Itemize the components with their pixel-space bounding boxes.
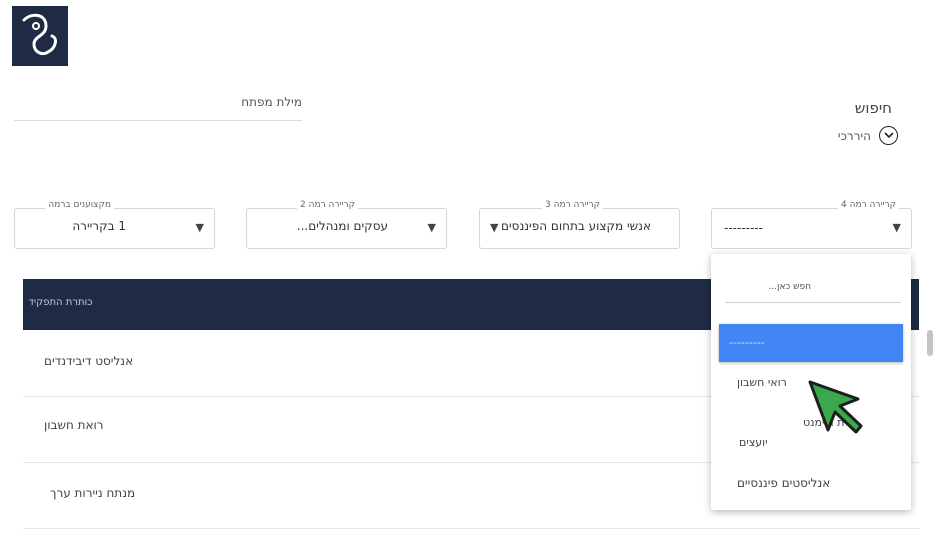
mouse-pointer-icon [806,378,866,442]
dropdown-option-selected[interactable]: --------- [719,324,903,362]
professionals-level-value: 1 בקריירה [72,219,126,233]
hook-logo-icon [22,13,57,56]
caret-down-icon: ▼ [490,221,499,234]
caret-down-icon: ▼ [892,221,901,234]
dropdown-option[interactable]: יועצים [739,436,768,449]
professionals-level-label: מקצוענים ברמה [45,200,114,210]
dropdown-search-underline [725,302,901,303]
keyword-input-label[interactable]: מילת מפתח [14,95,302,109]
dropdown-option-label: --------- [729,336,765,349]
career-level-3-select[interactable]: קריירה רמה 3 אנשי מקצוע בתחום הפיננסים ▼ [479,200,680,249]
professionals-level-select[interactable]: מקצוענים ברמה 1 בקריירה ▼ [14,200,215,249]
chevron-down-circle-icon[interactable] [879,126,898,145]
career-level-2-select[interactable]: קריירה רמה 2 עסקים ומנהלים... ▼ [246,200,447,249]
dropdown-option[interactable]: רואי חשבון [737,376,787,389]
career-level-4-value: --------- [724,221,763,235]
hierarchical-toggle[interactable]: היררכי [838,126,898,145]
search-title: חיפוש [854,99,892,117]
dropdown-search-placeholder: חפש כאן... [768,282,811,292]
dropdown-option[interactable]: אנליסטים פיננסיים [737,476,830,490]
career-level-4-select[interactable]: קריירה רמה 4 --------- ▼ [711,200,912,249]
career-level-3-label: קריירה רמה 3 [542,200,603,210]
career-level-3-value: אנשי מקצוע בתחום הפיננסים [501,219,651,233]
career-level-2-label: קריירה רמה 2 [297,200,358,210]
dropdown-search-field[interactable]: חפש כאן... [725,282,901,303]
column-header-job-title[interactable]: כותרת התפקיד [23,297,98,308]
career-level-2-value: עסקים ומנהלים... [296,219,388,233]
caret-down-icon: ▼ [195,221,204,234]
table-row-title: מנתח ניירות ערך [50,486,136,500]
page-scrollbar[interactable] [927,330,933,356]
table-row-title: רואת חשבון [44,418,104,432]
career-level-4-label: קריירה רמה 4 [838,200,899,210]
caret-down-icon: ▼ [427,221,436,234]
table-row-title: אנליסט דיבידנדים [44,354,134,368]
app-logo[interactable] [12,6,68,66]
hierarchical-label: היררכי [837,128,871,143]
keyword-input-underline [14,120,302,121]
